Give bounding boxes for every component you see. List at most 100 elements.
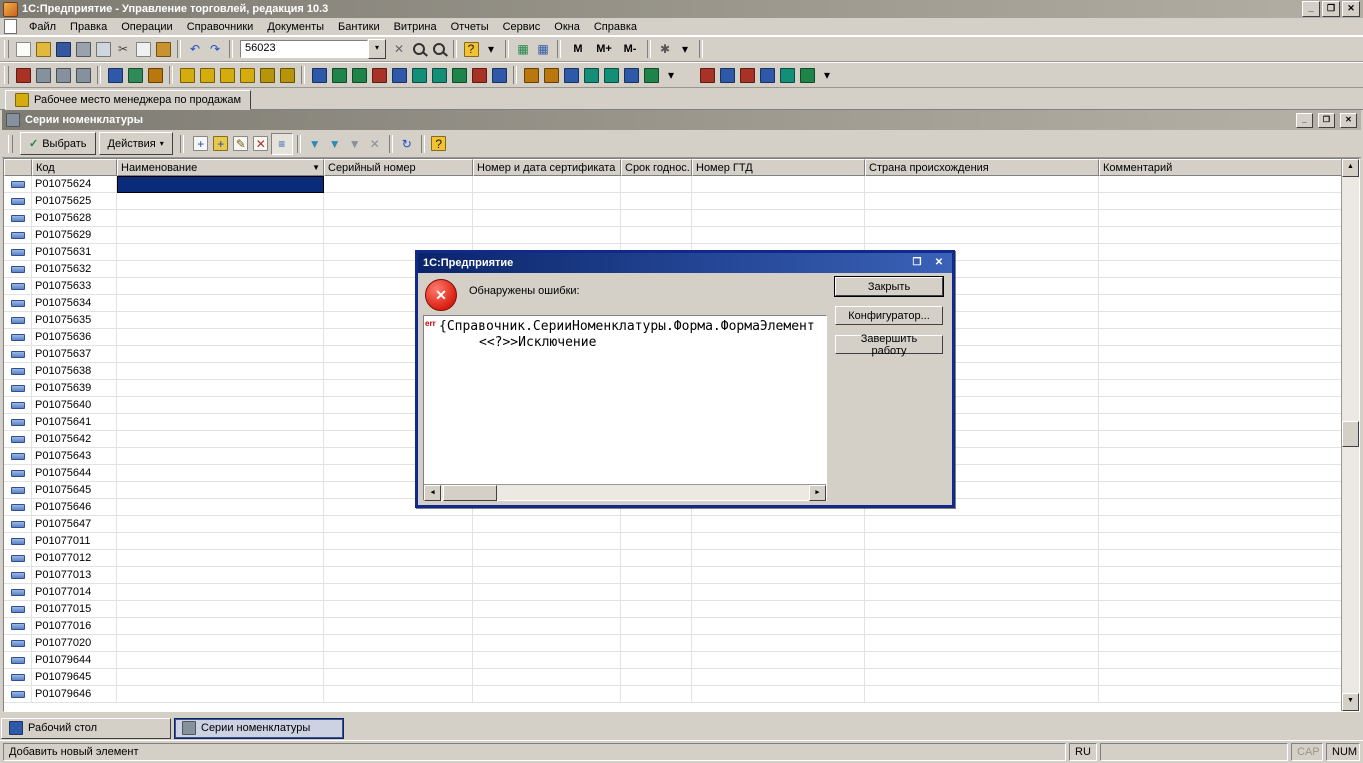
price-setting-icon[interactable] <box>521 65 541 85</box>
cell[interactable] <box>1099 448 1342 465</box>
code-cell[interactable]: P01077011 <box>32 533 117 550</box>
report-journal-icon[interactable] <box>13 65 33 85</box>
cell[interactable] <box>117 312 324 329</box>
help-icon[interactable]: ? <box>429 134 449 154</box>
table-row[interactable]: P01077015 <box>4 601 1342 618</box>
close-dialog-button[interactable]: Закрыть <box>834 276 944 297</box>
table-row[interactable]: P01077013 <box>4 567 1342 584</box>
code-cell[interactable]: P01075644 <box>32 465 117 482</box>
filter-history-icon[interactable]: ▼ <box>345 134 365 154</box>
cell[interactable] <box>117 567 324 584</box>
copy-icon[interactable] <box>133 39 153 59</box>
quick-tips-caret-icon[interactable]: ▾ <box>481 39 501 59</box>
print-invoice-icon[interactable] <box>53 65 73 85</box>
marker-cell[interactable] <box>4 431 32 448</box>
marker-cell[interactable] <box>4 193 32 210</box>
cell[interactable] <box>473 176 621 193</box>
cell[interactable] <box>865 227 1099 244</box>
cell[interactable] <box>473 193 621 210</box>
combo-dropdown-icon[interactable]: ▾ <box>368 39 386 59</box>
refresh-icon[interactable]: ↻ <box>397 134 417 154</box>
shutdown-button[interactable]: Завершить работу <box>835 333 943 357</box>
cell[interactable] <box>692 550 865 567</box>
cell[interactable] <box>1099 261 1342 278</box>
counterparties-icon[interactable] <box>105 65 125 85</box>
cell[interactable] <box>1099 193 1342 210</box>
marker-cell[interactable] <box>4 499 32 516</box>
cell[interactable] <box>117 244 324 261</box>
cell[interactable] <box>473 652 621 669</box>
add-group-icon[interactable]: + <box>211 134 231 154</box>
cell[interactable] <box>1099 431 1342 448</box>
marker-cell[interactable] <box>4 686 32 703</box>
cell[interactable] <box>117 227 324 244</box>
sales-report-icon[interactable] <box>561 65 581 85</box>
system-menu-icon[interactable] <box>4 19 17 34</box>
code-cell[interactable]: P01079645 <box>32 669 117 686</box>
cell[interactable] <box>324 686 473 703</box>
code-cell[interactable]: P01075637 <box>32 346 117 363</box>
cell[interactable] <box>865 567 1099 584</box>
marker-cell[interactable] <box>4 261 32 278</box>
code-cell[interactable]: P01075634 <box>32 295 117 312</box>
cell[interactable] <box>1099 482 1342 499</box>
scroll-right-button[interactable]: ▶ <box>809 484 826 501</box>
marker-cell[interactable] <box>4 244 32 261</box>
configurator-button[interactable]: Конфигуратор... <box>835 306 943 325</box>
cell[interactable] <box>692 601 865 618</box>
marker-cell[interactable] <box>4 652 32 669</box>
cut-icon[interactable]: ✂ <box>113 39 133 59</box>
cell[interactable] <box>473 516 621 533</box>
cell[interactable] <box>117 380 324 397</box>
code-cell[interactable]: P01079644 <box>32 652 117 669</box>
cell[interactable] <box>1099 567 1342 584</box>
memory-subtract-button[interactable]: M- <box>617 39 643 59</box>
tab-desktop[interactable]: Рабочий стол <box>1 717 171 739</box>
cell[interactable] <box>692 176 865 193</box>
cell[interactable] <box>621 193 692 210</box>
menu-item-9[interactable]: Окна <box>547 19 587 35</box>
scroll-left-button[interactable]: ◀ <box>424 484 441 501</box>
cell[interactable] <box>117 618 324 635</box>
crm-calendar-icon[interactable] <box>737 65 757 85</box>
marker-cell[interactable] <box>4 601 32 618</box>
hierarchy-view-icon[interactable]: ≡ <box>270 132 293 155</box>
cell[interactable] <box>1099 210 1342 227</box>
inventory-icon[interactable] <box>429 65 449 85</box>
code-cell[interactable]: P01075640 <box>32 397 117 414</box>
save-icon[interactable] <box>53 39 73 59</box>
cell[interactable] <box>692 686 865 703</box>
cell[interactable] <box>1099 499 1342 516</box>
column-header-1[interactable]: Код <box>32 159 117 176</box>
marker-cell[interactable] <box>4 618 32 635</box>
clear-filter-icon[interactable]: ✕ <box>365 134 385 154</box>
marker-cell[interactable] <box>4 329 32 346</box>
code-cell[interactable]: P01075633 <box>32 278 117 295</box>
cell[interactable] <box>117 635 324 652</box>
cell[interactable] <box>324 669 473 686</box>
redo-icon[interactable]: ↷ <box>205 39 225 59</box>
marker-cell[interactable] <box>4 669 32 686</box>
horizontal-scrollbar[interactable]: ◀ ▶ <box>424 484 826 501</box>
close-button[interactable]: ✕ <box>1342 1 1360 17</box>
cell[interactable] <box>324 193 473 210</box>
table-row[interactable]: P01079646 <box>4 686 1342 703</box>
cell[interactable] <box>692 635 865 652</box>
marker-cell[interactable] <box>4 567 32 584</box>
selected-cell[interactable] <box>117 176 324 193</box>
workspace-tab[interactable]: Рабочее место менеджера по продажам <box>5 90 252 110</box>
toolbar-grip[interactable] <box>8 134 13 153</box>
cell[interactable] <box>324 584 473 601</box>
marker-cell[interactable] <box>4 210 32 227</box>
warehouse-receipt-icon[interactable] <box>449 65 469 85</box>
crm-mail-icon[interactable] <box>757 65 777 85</box>
menu-item-6[interactable]: Витрина <box>387 19 444 35</box>
cell[interactable] <box>865 550 1099 567</box>
marker-cell[interactable] <box>4 363 32 380</box>
retail-sales-icon[interactable] <box>489 65 509 85</box>
cell[interactable] <box>621 601 692 618</box>
cell[interactable] <box>865 652 1099 669</box>
cell[interactable] <box>621 686 692 703</box>
code-cell[interactable]: P01075642 <box>32 431 117 448</box>
cell[interactable] <box>117 448 324 465</box>
